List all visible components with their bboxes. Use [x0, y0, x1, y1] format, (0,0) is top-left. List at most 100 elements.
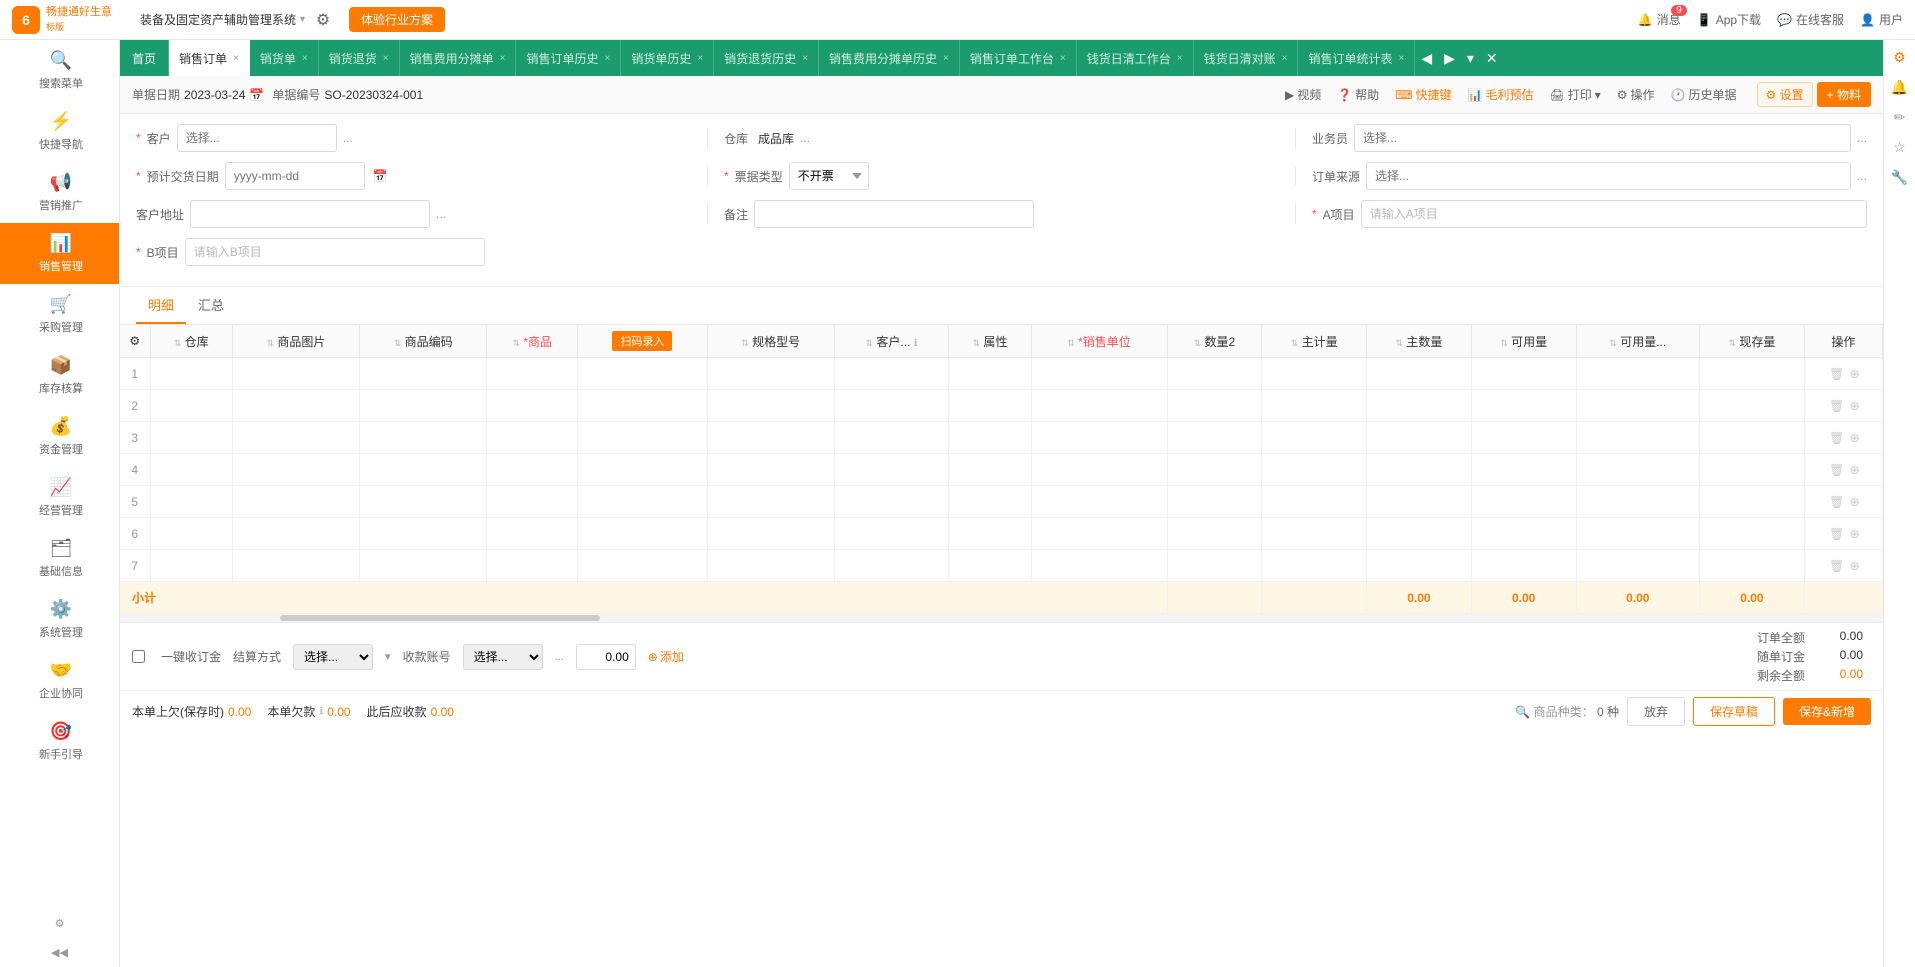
- tab-detail[interactable]: 明细: [136, 287, 186, 324]
- user-avatar[interactable]: 👤 用户: [1860, 11, 1903, 28]
- close-icon[interactable]: ×: [1398, 53, 1404, 64]
- copy-icon[interactable]: ⊕: [1850, 559, 1860, 573]
- sidebar-item-basic-info[interactable]: 🗂 基础信息: [0, 528, 119, 589]
- tab-sales-fee[interactable]: 销售费用分摊单 ×: [400, 40, 517, 76]
- sidebar-item-enterprise[interactable]: 🤝 企业协同: [0, 650, 119, 711]
- profit-btn[interactable]: 📊 毛利预估: [1464, 84, 1538, 105]
- copy-icon[interactable]: ⊕: [1850, 495, 1860, 509]
- receipt-account-select[interactable]: 选择...: [463, 644, 543, 670]
- sidebar-item-management[interactable]: 📈 经营管理: [0, 467, 119, 528]
- delete-icon[interactable]: 🗑: [1829, 527, 1844, 541]
- close-icon[interactable]: ×: [302, 53, 308, 64]
- sidebar-item-search[interactable]: 🔍 搜索菜单: [0, 40, 119, 101]
- sidebar-item-purchase[interactable]: 🛒 采购管理: [0, 284, 119, 345]
- delete-icon[interactable]: 🗑: [1829, 367, 1844, 381]
- customer-more-btn[interactable]: ...: [343, 131, 353, 145]
- discard-button[interactable]: 放弃: [1627, 697, 1685, 726]
- tab-sales-invoice[interactable]: 销货单 ×: [250, 40, 319, 76]
- horizontal-scrollbar[interactable]: [120, 614, 1883, 622]
- sidebar-item-quick-nav[interactable]: ⚡ 快捷导航: [0, 101, 119, 162]
- b-project-input[interactable]: [185, 238, 485, 266]
- app-download-btn[interactable]: 📱 App下载: [1697, 11, 1761, 28]
- receipt-more-btn[interactable]: ...: [555, 651, 564, 663]
- close-icon[interactable]: ×: [1060, 53, 1066, 64]
- copy-icon[interactable]: ⊕: [1850, 431, 1860, 445]
- setting-btn[interactable]: ⚙ 设置: [1757, 82, 1813, 107]
- right-panel-tool-btn[interactable]: 🔧: [1887, 164, 1913, 190]
- tab-daily-reconcile[interactable]: 钱货日清对账 ×: [1194, 40, 1299, 76]
- add-goods-btn[interactable]: + 物料: [1817, 82, 1871, 107]
- right-panel-bell-btn[interactable]: 🔔: [1887, 74, 1913, 100]
- copy-icon[interactable]: ⊕: [1850, 367, 1860, 381]
- sidebar-item-marketing[interactable]: 📢 营销推广: [0, 162, 119, 223]
- salesperson-input[interactable]: [1354, 124, 1851, 152]
- delete-icon[interactable]: 🗑: [1829, 495, 1844, 509]
- close-icon[interactable]: ×: [233, 53, 239, 64]
- delete-icon[interactable]: 🗑: [1829, 559, 1844, 573]
- invoice-type-select[interactable]: 不开票: [789, 162, 869, 190]
- history-btn[interactable]: 🕐 历史单据: [1667, 84, 1741, 105]
- print-btn[interactable]: 🖨 打印 ▾: [1545, 84, 1604, 105]
- address-more-btn[interactable]: ...: [436, 207, 446, 221]
- close-icon[interactable]: ×: [604, 53, 610, 64]
- sidebar-item-finance[interactable]: 💰 资金管理: [0, 406, 119, 467]
- help-btn[interactable]: ❓ 帮助: [1333, 84, 1383, 105]
- scrollbar-thumb[interactable]: [280, 615, 600, 621]
- tab-order-history[interactable]: 销售订单历史 ×: [516, 40, 621, 76]
- one-click-checkbox[interactable]: [132, 650, 145, 663]
- right-panel-edit-btn[interactable]: ✏: [1887, 104, 1913, 130]
- tab-order-workbench[interactable]: 销售订单工作台 ×: [960, 40, 1077, 76]
- close-icon[interactable]: ×: [697, 53, 703, 64]
- a-project-input[interactable]: [1361, 200, 1867, 228]
- tab-sales-order[interactable]: 销售订单 ×: [169, 40, 250, 76]
- tab-close-all-btn[interactable]: ✕: [1480, 40, 1504, 76]
- tab-daily-workbench[interactable]: 钱货日清工作台 ×: [1077, 40, 1194, 76]
- sidebar-item-guide[interactable]: 🎯 新手引导: [0, 711, 119, 772]
- tab-invoice-history[interactable]: 销货单历史 ×: [621, 40, 714, 76]
- sidebar-item-inventory[interactable]: 📦 库存核算: [0, 345, 119, 406]
- settings-col-icon[interactable]: ⚙: [129, 334, 140, 348]
- industry-button[interactable]: 体验行业方案: [349, 7, 445, 32]
- sidebar-settings-btn[interactable]: ⚙: [0, 909, 119, 938]
- view-btn[interactable]: ▶ 视频: [1281, 84, 1325, 105]
- warehouse-more-btn[interactable]: ...: [800, 131, 810, 145]
- copy-icon[interactable]: ⊕: [1850, 463, 1860, 477]
- sidebar-item-system[interactable]: ⚙️ 系统管理: [0, 589, 119, 650]
- shortcut-btn[interactable]: ⌨ 快捷键: [1391, 84, 1455, 105]
- add-payment-btn[interactable]: ⊕ 添加: [648, 648, 684, 665]
- salesperson-more-btn[interactable]: ...: [1857, 131, 1867, 145]
- tab-summary[interactable]: 汇总: [186, 287, 236, 324]
- settlement-method-select[interactable]: 选择...: [293, 644, 373, 670]
- tab-menu-btn[interactable]: ▾: [1461, 40, 1480, 76]
- close-icon[interactable]: ×: [802, 53, 808, 64]
- settings-icon-btn[interactable]: ⚙: [309, 6, 337, 34]
- operate-btn[interactable]: ⚙ 操作: [1613, 84, 1659, 105]
- delete-icon[interactable]: 🗑: [1829, 463, 1844, 477]
- save-new-button[interactable]: 保存&新增: [1783, 698, 1871, 725]
- online-service-btn[interactable]: 💬 在线客服: [1777, 11, 1844, 28]
- delete-icon[interactable]: 🗑: [1829, 399, 1844, 413]
- tab-prev-btn[interactable]: ◀: [1415, 40, 1438, 76]
- tab-next-btn[interactable]: ▶: [1438, 40, 1461, 76]
- copy-icon[interactable]: ⊕: [1850, 527, 1860, 541]
- close-icon[interactable]: ×: [383, 53, 389, 64]
- calendar2-icon[interactable]: 📅: [373, 169, 388, 183]
- settlement-more-btn[interactable]: ▾: [385, 650, 391, 663]
- copy-icon[interactable]: ⊕: [1850, 399, 1860, 413]
- delete-icon[interactable]: 🗑: [1829, 431, 1844, 445]
- address-input[interactable]: [190, 200, 430, 228]
- sidebar-collapse-btn[interactable]: ◀◀: [0, 938, 119, 967]
- tab-return-history[interactable]: 销货退货历史 ×: [714, 40, 819, 76]
- close-icon[interactable]: ×: [500, 53, 506, 64]
- right-panel-setting-btn[interactable]: ⚙: [1887, 44, 1913, 70]
- notification-btn[interactable]: 🔔 消息 9: [1638, 11, 1681, 28]
- tab-home[interactable]: 首页: [120, 40, 169, 76]
- sidebar-item-sales[interactable]: 📊 销售管理: [0, 223, 119, 284]
- close-icon[interactable]: ×: [943, 53, 949, 64]
- calendar-icon[interactable]: 📅: [249, 88, 264, 102]
- close-icon[interactable]: ×: [1282, 53, 1288, 64]
- right-panel-star-btn[interactable]: ☆: [1887, 134, 1913, 160]
- order-source-input[interactable]: [1366, 162, 1851, 190]
- order-source-more-btn[interactable]: ...: [1857, 169, 1867, 183]
- save-draft-button[interactable]: 保存草稿: [1693, 697, 1775, 726]
